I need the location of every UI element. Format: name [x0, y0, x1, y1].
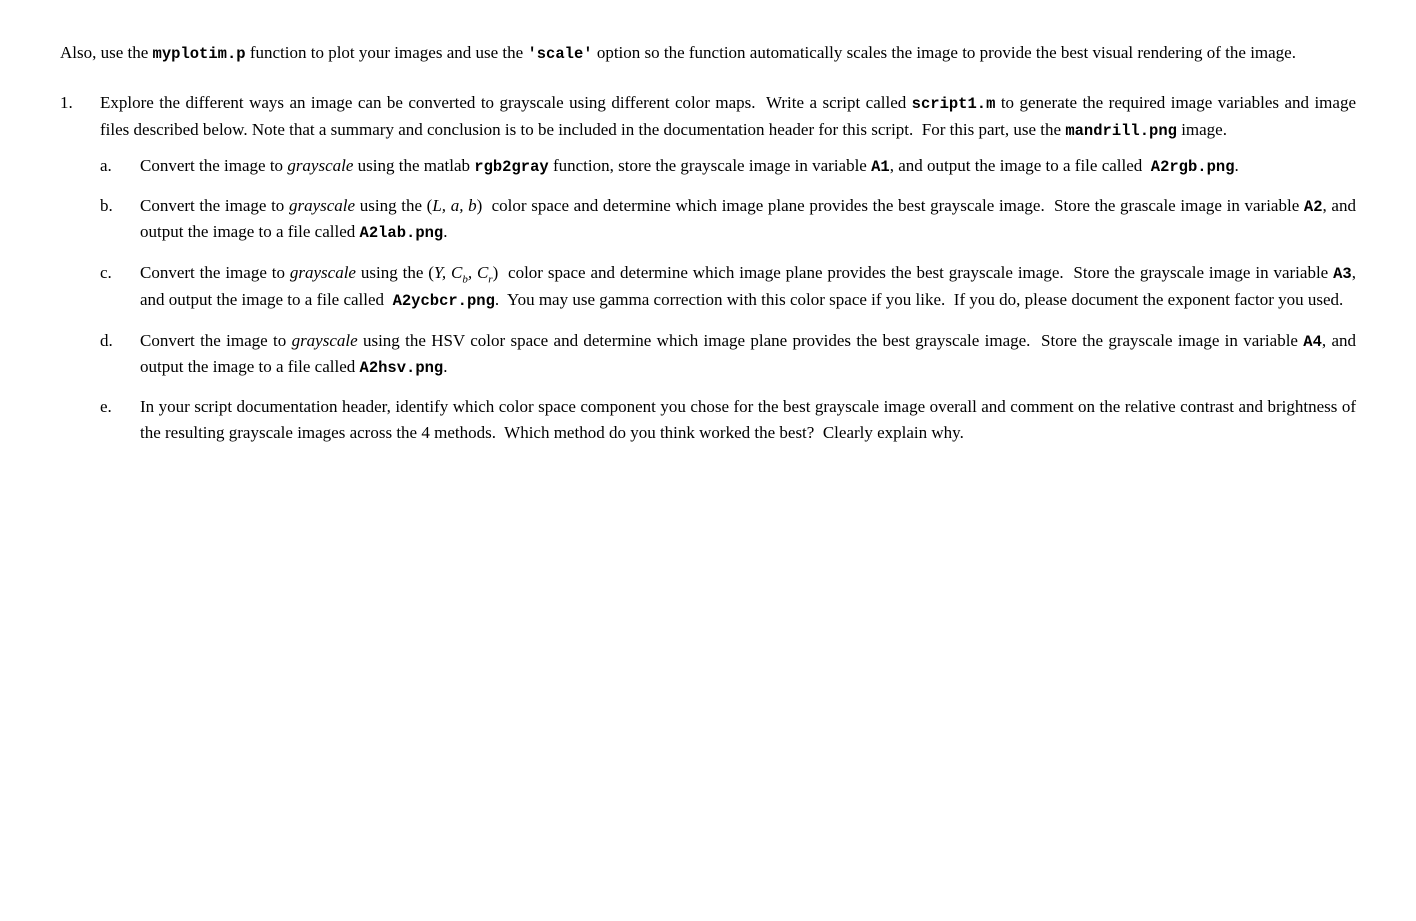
sub-list-1: a. Convert the image to grayscale using …	[100, 153, 1356, 445]
var-A3: A3	[1333, 265, 1352, 283]
script1-name: script1.m	[912, 95, 996, 113]
sub-letter-b: b.	[100, 193, 140, 246]
sub-item-b: b. Convert the image to grayscale using …	[100, 193, 1356, 246]
grayscale-italic-d: grayscale	[292, 331, 358, 350]
grayscale-italic-a: grayscale	[287, 156, 353, 175]
scale-option: 'scale'	[527, 45, 592, 63]
sub-item-a: a. Convert the image to grayscale using …	[100, 153, 1356, 179]
sub-content-d: Convert the image to grayscale using the…	[140, 328, 1356, 381]
item1-text: Explore the different ways an image can …	[100, 90, 1356, 143]
file-A2ycbcr: A2ycbcr.png	[393, 292, 495, 310]
func-myplotim: myplotim.p	[153, 45, 246, 63]
grayscale-italic-b: grayscale	[289, 196, 355, 215]
sub-content-a: Convert the image to grayscale using the…	[140, 153, 1356, 179]
sub-item-c: c. Convert the image to grayscale using …	[100, 260, 1356, 314]
lab-math: L, a, b	[432, 196, 476, 215]
sub-content-c: Convert the image to grayscale using the…	[140, 260, 1356, 314]
sub-content-e: In your script documentation header, ide…	[140, 394, 1356, 445]
var-A1: A1	[871, 158, 890, 176]
var-A4: A4	[1303, 333, 1322, 351]
grayscale-italic-c: grayscale	[290, 263, 356, 282]
list-item-1: 1. Explore the different ways an image c…	[60, 90, 1356, 459]
sub-item-e: e. In your script documentation header, …	[100, 394, 1356, 445]
intro-paragraph: Also, use the myplotim.p function to plo…	[60, 40, 1356, 66]
sub-content-b: Convert the image to grayscale using the…	[140, 193, 1356, 246]
rgb2gray-func: rgb2gray	[474, 158, 548, 176]
sub-item-d: d. Convert the image to grayscale using …	[100, 328, 1356, 381]
mandrill-name: mandrill.png	[1065, 122, 1177, 140]
sub-letter-c: c.	[100, 260, 140, 314]
ycbcr-math: Y, Cb, Cr	[434, 263, 493, 282]
file-A2rgb: A2rgb.png	[1151, 158, 1235, 176]
sub-letter-d: d.	[100, 328, 140, 381]
sub-letter-a: a.	[100, 153, 140, 179]
file-A2hsv: A2hsv.png	[360, 359, 444, 377]
sub-letter-e: e.	[100, 394, 140, 445]
list-content-1: Explore the different ways an image can …	[100, 90, 1356, 459]
var-A2-lab: A2	[1304, 198, 1323, 216]
list-number-1: 1.	[60, 90, 100, 459]
file-A2lab: A2lab.png	[360, 224, 444, 242]
main-list: 1. Explore the different ways an image c…	[60, 90, 1356, 459]
